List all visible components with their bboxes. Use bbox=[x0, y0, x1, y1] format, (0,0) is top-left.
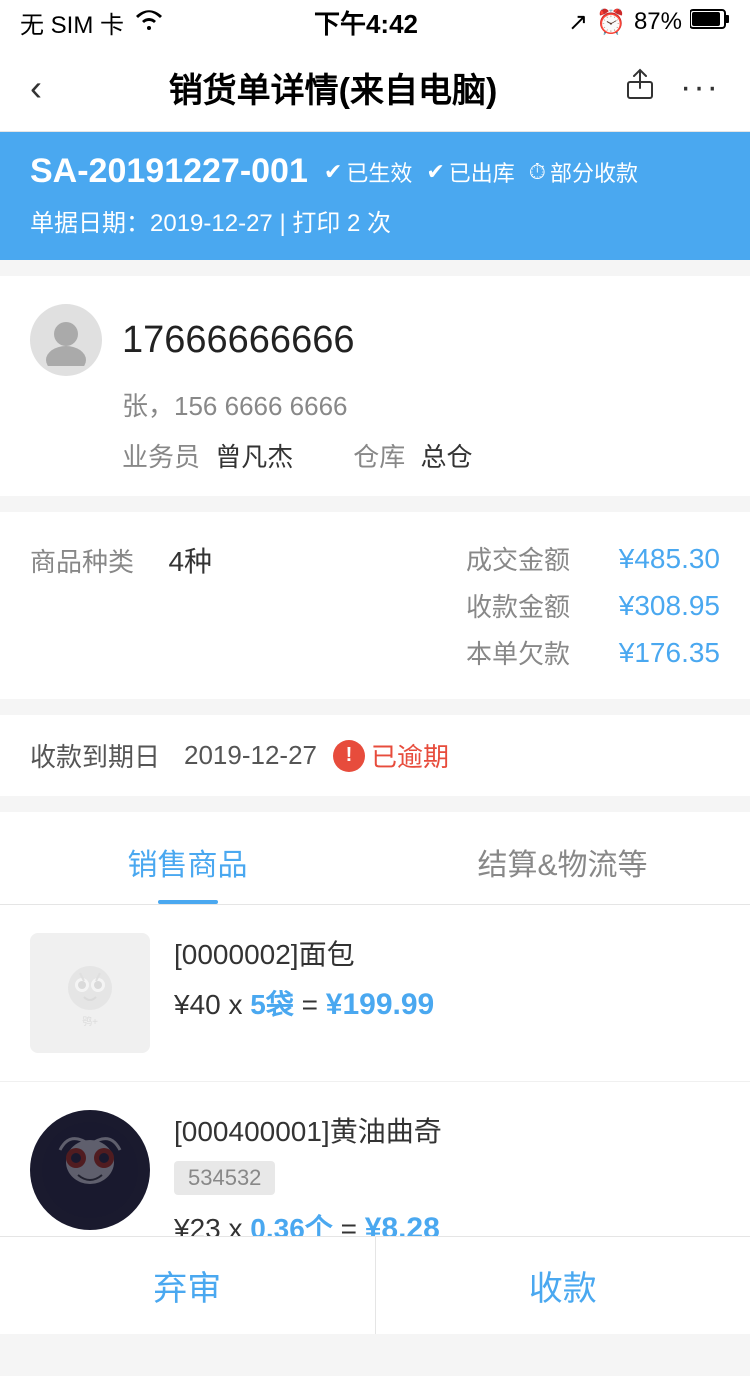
product-thumbnail-1: 鸮+ bbox=[30, 933, 150, 1053]
sales-value: 曾凡杰 bbox=[215, 442, 293, 472]
debt-value: ¥176.35 bbox=[590, 637, 720, 669]
overdue-text: 已逾期 bbox=[371, 737, 449, 774]
order-meta: 单据日期：2019-12-27 | 打印 2 次 bbox=[30, 203, 720, 238]
list-item: 鸮+ [0000002]面包 ¥40 x 5袋 = ¥199.99 bbox=[0, 905, 750, 1082]
battery-icon bbox=[690, 8, 730, 37]
warehouse-info: 仓库 总仓 bbox=[353, 437, 472, 474]
sales-label: 业务员 bbox=[122, 442, 200, 472]
check-icon-1: ✔ bbox=[324, 159, 342, 185]
product-info-1: [0000002]面包 ¥40 x 5袋 = ¥199.99 bbox=[174, 933, 720, 1023]
product-type-value: 4种 bbox=[168, 546, 212, 577]
tabs-row: 销售商品 结算&物流等 bbox=[0, 812, 750, 905]
abandon-review-button[interactable]: 弃审 bbox=[0, 1237, 376, 1334]
tab-settlement[interactable]: 结算&物流等 bbox=[375, 812, 750, 904]
product-name-1: [0000002]面包 bbox=[174, 933, 720, 973]
share-icon[interactable] bbox=[624, 68, 656, 107]
avatar bbox=[30, 304, 102, 376]
page-title: 销货单详情(来自电脑) bbox=[169, 63, 498, 112]
debt-label: 本单欠款 bbox=[466, 634, 570, 671]
tabs-section: 销售商品 结算&物流等 bbox=[0, 812, 750, 905]
check-icon-2: ✔ bbox=[426, 159, 444, 185]
collect-payment-button[interactable]: 收款 bbox=[376, 1237, 750, 1334]
status-right: ↗ ⏰ 87% bbox=[568, 8, 730, 37]
status-bar: 无 SIM 卡 下午4:42 ↗ ⏰ 87% bbox=[0, 0, 750, 44]
order-id: SA-20191227-001 bbox=[30, 152, 308, 191]
status-badges: ✔ 已生效 ✔ 已出库 ⏱ 部分收款 bbox=[324, 156, 638, 188]
customer-sub: 张，156 6666 6666 bbox=[122, 386, 720, 423]
customer-main-row: 17666666666 bbox=[30, 304, 720, 376]
product-tag-2: 534532 bbox=[174, 1161, 275, 1195]
amount-row: 成交金额 ¥485.30 bbox=[466, 540, 720, 577]
total-1: ¥199.99 bbox=[326, 988, 434, 1021]
warehouse-label: 仓库 bbox=[353, 442, 405, 472]
status-effective: ✔ 已生效 bbox=[324, 156, 412, 188]
clock-icon: ⏱ bbox=[529, 159, 546, 185]
received-label: 收款金额 bbox=[466, 587, 570, 624]
wifi-icon bbox=[134, 8, 164, 37]
location-icon: ↗ bbox=[568, 8, 588, 37]
overdue-icon: ! bbox=[333, 740, 365, 772]
warehouse-value: 总仓 bbox=[421, 442, 473, 472]
due-date-label: 收款到期日 bbox=[30, 737, 160, 774]
due-date-section: 收款到期日 2019-12-27 ! 已逾期 bbox=[0, 715, 750, 796]
qty-1: 5袋 bbox=[250, 989, 294, 1020]
tab-sales-products[interactable]: 销售商品 bbox=[0, 812, 375, 904]
customer-phone: 17666666666 bbox=[122, 319, 354, 362]
status-time: 下午4:42 bbox=[314, 4, 418, 41]
product-type-label: 商品种类 bbox=[30, 547, 134, 577]
status-left: 无 SIM 卡 bbox=[20, 5, 164, 40]
back-button[interactable]: ‹ bbox=[30, 67, 42, 109]
product-name-2: [000400001]黄油曲奇 bbox=[174, 1110, 720, 1150]
more-icon[interactable]: ··· bbox=[680, 68, 720, 107]
nav-actions: ··· bbox=[624, 68, 720, 107]
summary-section: 商品种类 4种 成交金额 ¥485.30 收款金额 ¥308.95 本单欠款 ¥… bbox=[0, 512, 750, 699]
sim-status: 无 SIM 卡 bbox=[20, 5, 124, 40]
price-unit-1: ¥40 bbox=[174, 989, 221, 1020]
received-row: 收款金额 ¥308.95 bbox=[466, 587, 720, 624]
status-shipped: ✔ 已出库 bbox=[426, 156, 514, 188]
product-thumbnail-2 bbox=[30, 1110, 150, 1230]
product-type-info: 商品种类 4种 bbox=[30, 540, 212, 590]
alarm-icon: ⏰ bbox=[596, 8, 626, 37]
product-info-2: [000400001]黄油曲奇 534532 ¥23 x 0.36个 = ¥8.… bbox=[174, 1110, 720, 1247]
status-partial: ⏱ 部分收款 bbox=[529, 156, 638, 188]
due-date-value: 2019-12-27 bbox=[184, 740, 317, 771]
overdue-badge: ! 已逾期 bbox=[333, 737, 449, 774]
product-list: 鸮+ [0000002]面包 ¥40 x 5袋 = ¥199.99 bbox=[0, 905, 750, 1276]
svg-text:鸮+: 鸮+ bbox=[82, 1015, 98, 1028]
nav-bar: ‹ 销货单详情(来自电脑) ··· bbox=[0, 44, 750, 132]
order-header: SA-20191227-001 ✔ 已生效 ✔ 已出库 ⏱ 部分收款 单据日期：… bbox=[0, 132, 750, 260]
amount-label: 成交金额 bbox=[466, 540, 570, 577]
debt-row: 本单欠款 ¥176.35 bbox=[466, 634, 720, 671]
sales-info: 业务员 曾凡杰 bbox=[122, 437, 293, 474]
battery-level: 87% bbox=[634, 8, 682, 36]
bottom-bar: 弃审 收款 bbox=[0, 1236, 750, 1334]
customer-section: 17666666666 张，156 6666 6666 业务员 曾凡杰 仓库 总… bbox=[0, 276, 750, 496]
received-value: ¥308.95 bbox=[590, 590, 720, 622]
customer-details: 业务员 曾凡杰 仓库 总仓 bbox=[122, 437, 720, 474]
amount-value: ¥485.30 bbox=[590, 543, 720, 575]
financial-summary: 成交金额 ¥485.30 收款金额 ¥308.95 本单欠款 ¥176.35 bbox=[466, 540, 720, 671]
product-price-1: ¥40 x 5袋 = ¥199.99 bbox=[174, 983, 720, 1023]
